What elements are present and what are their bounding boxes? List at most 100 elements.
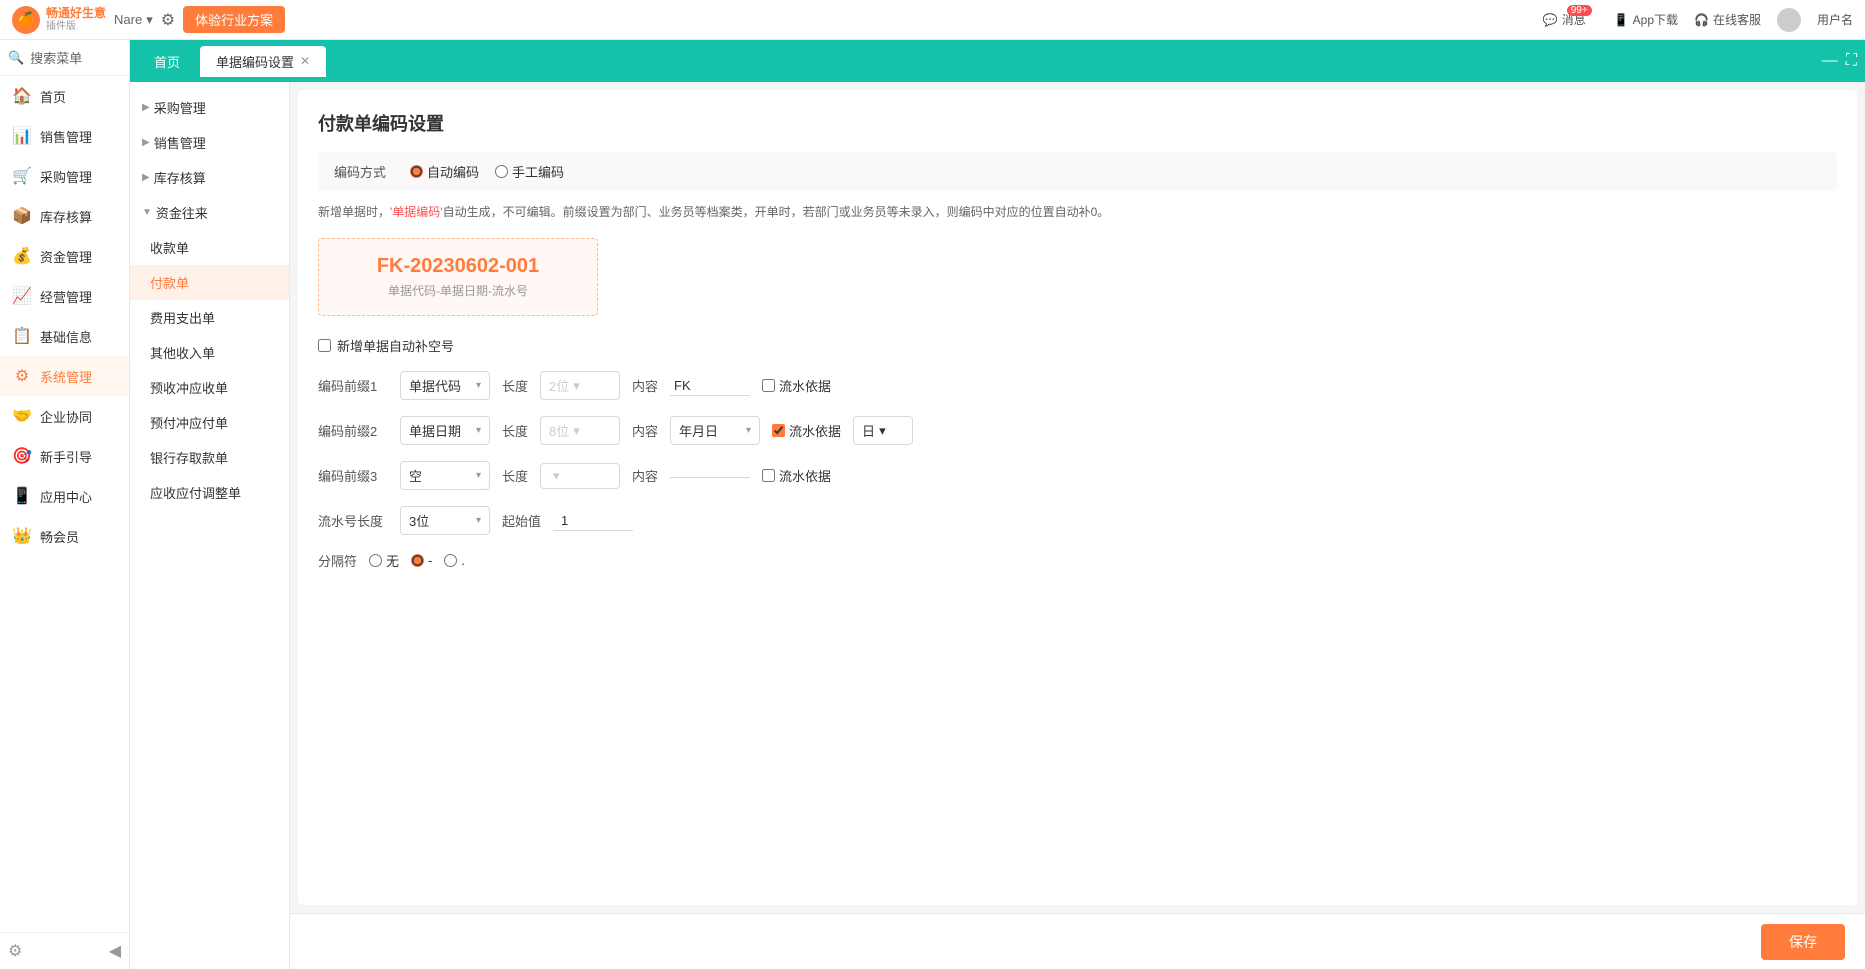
settings-bottom-icon[interactable]: ⚙ <box>8 941 22 961</box>
group-finance-label: 资金往来 <box>156 203 208 222</box>
sidebar-item-member[interactable]: 👑 畅会员 <box>0 516 129 556</box>
auto-encode-option[interactable]: 自动编码 <box>410 162 479 181</box>
prefix1-length-value: 2位 <box>549 376 569 395</box>
separator-none-radio[interactable] <box>369 554 382 567</box>
prefix3-value: 空 <box>409 466 422 485</box>
operations-icon: 📈 <box>12 286 32 306</box>
sidebar-item-guide[interactable]: 🎯 新手引导 <box>0 436 129 476</box>
avatar[interactable] <box>1777 8 1801 32</box>
settings-icon[interactable]: ⚙ <box>161 10 175 30</box>
enterprise-icon: 🤝 <box>12 406 32 426</box>
sidebar-item-finance[interactable]: 💰 资金管理 <box>0 236 129 276</box>
sub-item-payment[interactable]: 付款单 <box>130 265 289 300</box>
sidebar-item-apps[interactable]: 📱 应用中心 <box>0 476 129 516</box>
online-service-button[interactable]: 🎧 在线客服 <box>1694 11 1761 28</box>
minimize-icon[interactable]: — <box>1822 52 1838 70</box>
prefix1-select[interactable]: 单据代码 ▾ <box>400 371 490 400</box>
prefix2-day-select[interactable]: 日 ▾ <box>853 416 913 445</box>
headset-icon: 🎧 <box>1694 13 1709 27</box>
app-icon: 📱 <box>1614 13 1629 27</box>
separator-dash-option[interactable]: - <box>411 553 432 568</box>
trial-button[interactable]: 体验行业方案 <box>183 6 285 33</box>
sidebar-item-system[interactable]: ⚙ 系统管理 <box>0 356 129 396</box>
app-download-label: App下载 <box>1633 11 1678 28</box>
prefix1-length-select[interactable]: 2位 ▾ <box>540 371 620 400</box>
guide-icon: 🎯 <box>12 446 32 466</box>
prefix1-arrow-icon: ▾ <box>476 380 481 391</box>
prefix2-content-select[interactable]: 年月日 ▾ <box>670 416 760 445</box>
sub-item-prepay-rec-label: 预收冲应收单 <box>150 381 228 396</box>
apps-icon: 📱 <box>12 486 32 506</box>
bottom-bar: 保存 <box>290 913 1865 969</box>
sub-item-bank[interactable]: 银行存取款单 <box>130 440 289 475</box>
sidebar-item-basic-info[interactable]: 📋 基础信息 <box>0 316 129 356</box>
prefix2-serial-checkbox[interactable]: 流水依据 <box>772 421 841 440</box>
preview-box: FK-20230602-001 单据代码-单据日期-流水号 <box>318 238 598 316</box>
sidebar-item-label: 系统管理 <box>40 367 92 386</box>
sub-item-other-income[interactable]: 其他收入单 <box>130 335 289 370</box>
search-label: 搜索菜单 <box>30 48 82 67</box>
app-download-button[interactable]: 📱 App下载 <box>1614 11 1678 28</box>
search-icon: 🔍 <box>8 50 24 66</box>
prefix2-select[interactable]: 单据日期 ▾ <box>400 416 490 445</box>
serial-length-select[interactable]: 3位 ▾ <box>400 506 490 535</box>
prefix2-length-arrow-icon: ▾ <box>573 423 580 439</box>
sidebar-item-home[interactable]: 🏠 首页 <box>0 76 129 116</box>
auto-encode-radio[interactable] <box>410 165 423 178</box>
prefix3-serial-input[interactable] <box>762 469 775 482</box>
start-value-input[interactable]: 1 <box>553 511 633 531</box>
tab-close-icon[interactable]: ✕ <box>300 54 310 68</box>
encoding-method-row: 编码方式 自动编码 手工编码 <box>318 152 1837 191</box>
prefix1-content-value: FK <box>670 376 750 396</box>
sub-item-prepay-rec[interactable]: 预收冲应收单 <box>130 370 289 405</box>
auto-fill-checkbox[interactable] <box>318 339 331 352</box>
prefix2-content-arrow-icon: ▾ <box>746 425 751 436</box>
separator-dot-option[interactable]: . <box>444 553 465 568</box>
prefix1-serial-checkbox[interactable]: 流水依据 <box>762 376 831 395</box>
sub-item-adjust-label: 应收应付调整单 <box>150 486 241 501</box>
group-finance[interactable]: ▼ 资金往来 <box>130 195 289 230</box>
maximize-icon[interactable]: ⛶ <box>1846 52 1857 70</box>
sub-item-expense[interactable]: 费用支出单 <box>130 300 289 335</box>
sub-item-adjust[interactable]: 应收应付调整单 <box>130 475 289 510</box>
prefix3-length-select[interactable]: ▾ <box>540 463 620 489</box>
group-purchase[interactable]: ▶ 采购管理 <box>130 90 289 125</box>
sidebar-item-inventory[interactable]: 📦 库存核算 <box>0 196 129 236</box>
prefix2-content-label: 内容 <box>632 421 658 440</box>
top-bar-right: 💬 消息 99+ 📱 App下载 🎧 在线客服 用户名 <box>1543 8 1853 32</box>
basic-info-icon: 📋 <box>12 326 32 346</box>
sidebar-item-operations[interactable]: 📈 经营管理 <box>0 276 129 316</box>
sidebar-item-label: 销售管理 <box>40 127 92 146</box>
save-button[interactable]: 保存 <box>1761 924 1845 960</box>
separator-none-option[interactable]: 无 <box>369 551 399 570</box>
sidebar-item-label: 畅会员 <box>40 527 79 546</box>
sub-item-receipt[interactable]: 收款单 <box>130 230 289 265</box>
sidebar-nav: 🏠 首页 📊 销售管理 🛒 采购管理 📦 库存核算 💰 资金管理 📈 经 <box>0 76 129 932</box>
tab-home[interactable]: 首页 <box>138 46 196 77</box>
group-inventory[interactable]: ▶ 库存核算 <box>130 160 289 195</box>
prefix1-serial-input[interactable] <box>762 379 775 392</box>
prefix2-length-select[interactable]: 8位 ▾ <box>540 416 620 445</box>
tab-encode-label: 单据编码设置 <box>216 52 294 71</box>
sidebar-item-label: 应用中心 <box>40 487 92 506</box>
manual-encode-option[interactable]: 手工编码 <box>495 162 564 181</box>
prefix3-serial-checkbox[interactable]: 流水依据 <box>762 466 831 485</box>
group-sales[interactable]: ▶ 销售管理 <box>130 125 289 160</box>
inventory-icon: 📦 <box>12 206 32 226</box>
collapse-icon[interactable]: ◀ <box>109 941 121 961</box>
separator-dot-radio[interactable] <box>444 554 457 567</box>
tab-encode-settings[interactable]: 单据编码设置 ✕ <box>200 46 326 77</box>
company-dropdown[interactable]: Nare ▾ <box>114 12 153 28</box>
manual-encode-radio[interactable] <box>495 165 508 178</box>
sidebar-item-enterprise[interactable]: 🤝 企业协同 <box>0 396 129 436</box>
sidebar-item-label: 企业协同 <box>40 407 92 426</box>
sidebar-item-purchase[interactable]: 🛒 采购管理 <box>0 156 129 196</box>
separator-dash-radio[interactable] <box>411 554 424 567</box>
prefix3-select[interactable]: 空 ▾ <box>400 461 490 490</box>
sidebar-search[interactable]: 🔍 搜索菜单 <box>0 40 129 76</box>
group-purchase-label: 采购管理 <box>154 98 206 117</box>
message-button[interactable]: 💬 消息 99+ <box>1543 11 1586 28</box>
sub-item-prepay-pay[interactable]: 预付冲应付单 <box>130 405 289 440</box>
sidebar-item-sales[interactable]: 📊 销售管理 <box>0 116 129 156</box>
prefix2-serial-input[interactable] <box>772 424 785 437</box>
